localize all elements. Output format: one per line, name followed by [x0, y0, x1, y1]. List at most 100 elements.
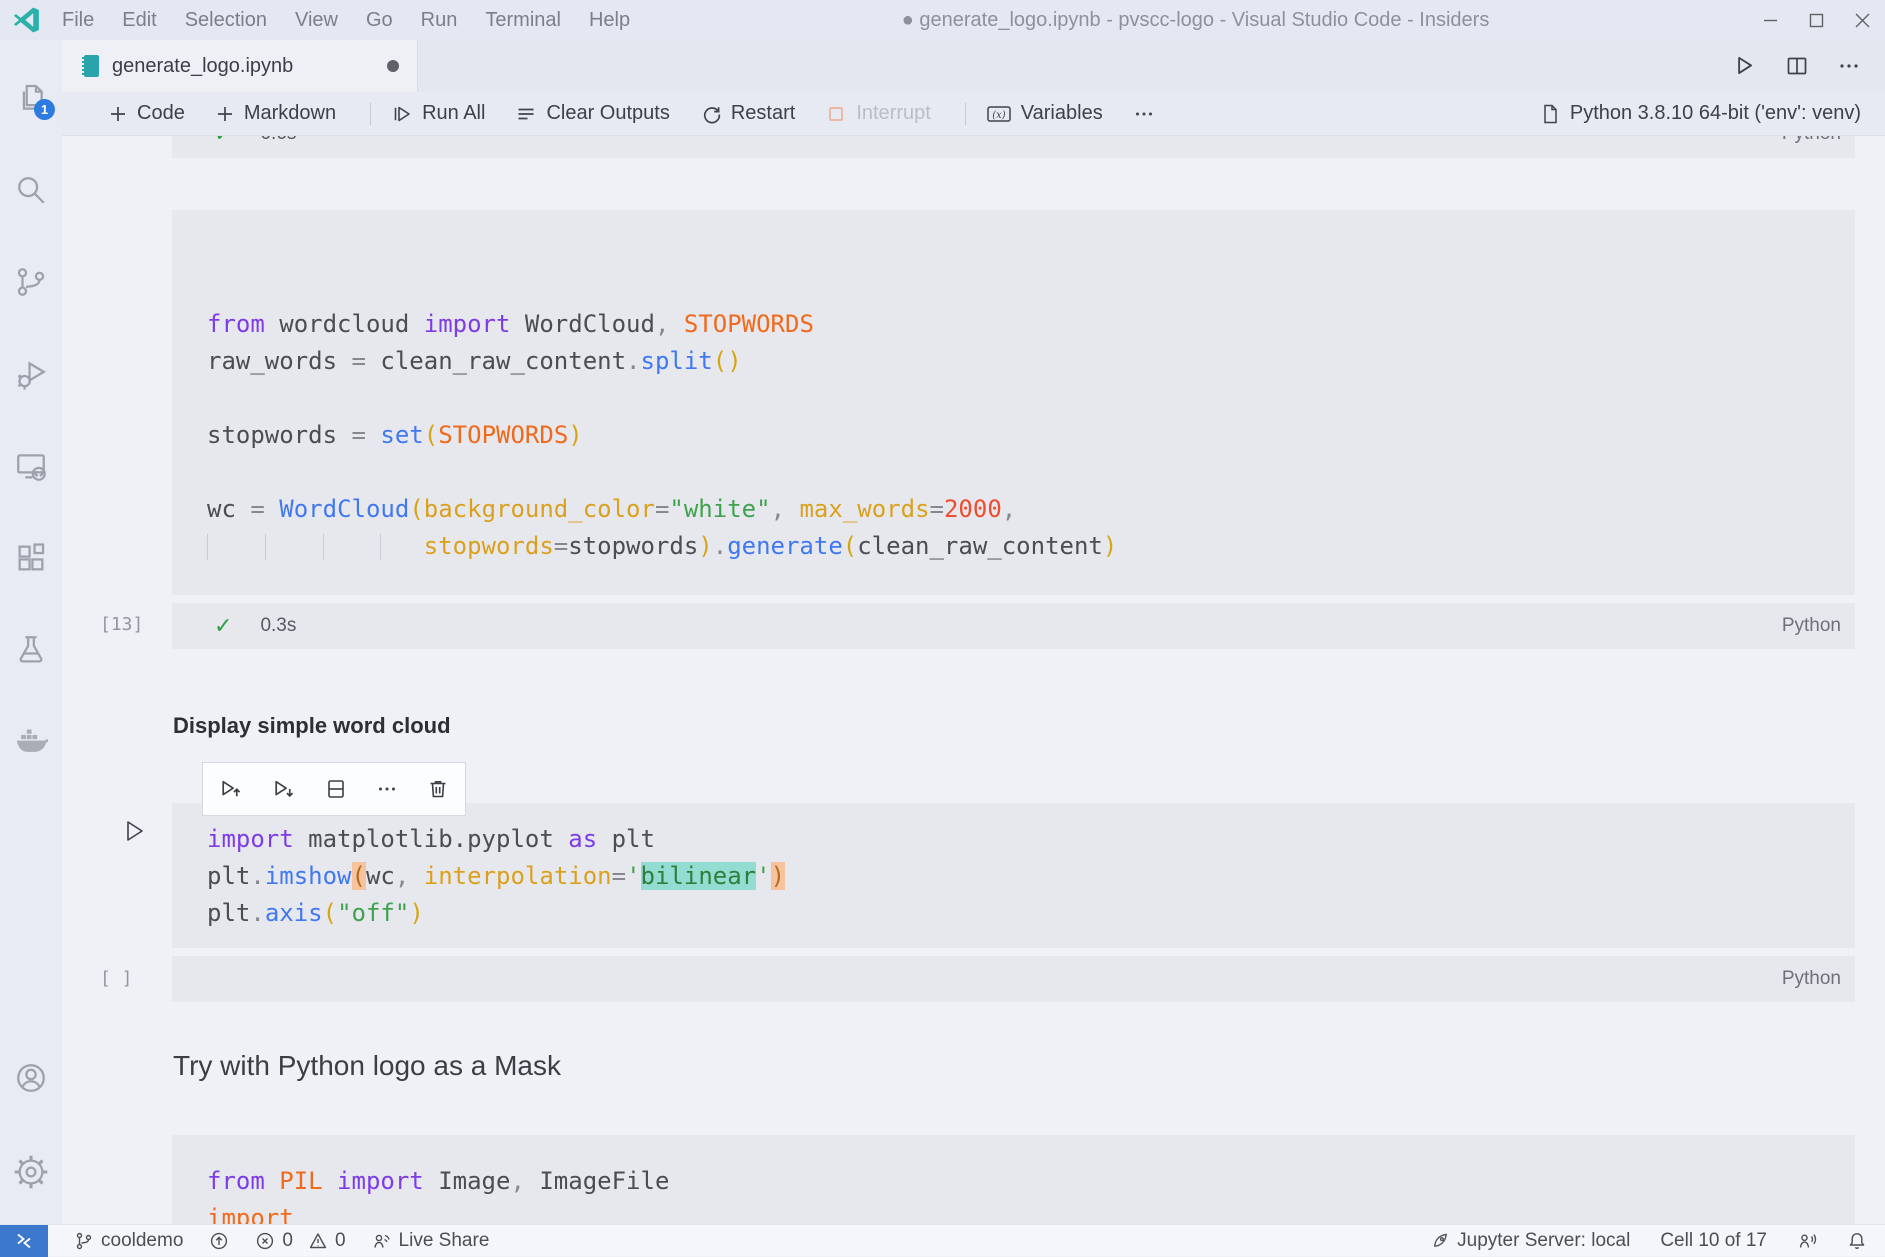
- settings-gear-icon[interactable]: [14, 1155, 48, 1189]
- split-editor-icon[interactable]: [1785, 54, 1809, 78]
- delete-cell-icon[interactable]: [426, 777, 450, 801]
- split-cell-icon[interactable]: [324, 777, 348, 801]
- git-branch-icon: [76, 1232, 92, 1249]
- cell-toolbar: [202, 762, 466, 816]
- tab-bar: generate_logo.ipynb: [62, 40, 1885, 92]
- kernel-picker[interactable]: Python 3.8.10 64-bit ('env': venv): [1540, 102, 1885, 125]
- testing-icon[interactable]: [14, 633, 48, 667]
- more-actions-icon[interactable]: [1837, 54, 1861, 78]
- cell-code[interactable]: from PIL import Image, ImageFile import: [207, 1163, 1855, 1224]
- jupyter-server-indicator[interactable]: Jupyter Server: local: [1431, 1230, 1630, 1252]
- success-check-icon: ✓: [214, 613, 233, 638]
- cell-code[interactable]: from wordcloud import WordCloud, STOPWOR…: [207, 232, 1855, 565]
- svg-text:(x): (x): [992, 110, 1006, 121]
- errors-icon: [257, 1232, 274, 1249]
- menu-view[interactable]: View: [281, 0, 352, 40]
- title-bar: File Edit Selection View Go Run Terminal…: [0, 0, 1885, 40]
- branch-indicator[interactable]: cooldemo: [74, 1230, 183, 1252]
- cell-language[interactable]: Python: [1782, 615, 1841, 637]
- activity-bar: 1: [0, 40, 62, 1224]
- menu-terminal[interactable]: Terminal: [471, 0, 575, 40]
- run-cell-button[interactable]: [118, 816, 148, 846]
- menu-edit[interactable]: Edit: [108, 0, 170, 40]
- maximize-button[interactable]: [1793, 0, 1839, 40]
- code-cell-wordcloud[interactable]: from wordcloud import WordCloud, STOPWOR…: [172, 210, 1855, 595]
- markdown-cell-title[interactable]: Display simple word cloud: [173, 713, 451, 739]
- tab-generate-logo-ipynb[interactable]: generate_logo.ipynb: [62, 40, 418, 92]
- tab-label: generate_logo.ipynb: [112, 54, 294, 77]
- modified-dot-icon[interactable]: [387, 60, 399, 72]
- explorer-badge: 1: [34, 99, 55, 120]
- plus-icon: [217, 106, 232, 121]
- extensions-icon[interactable]: [14, 541, 48, 575]
- problems-indicator[interactable]: 0 0: [255, 1230, 346, 1252]
- code-cell-imshow[interactable]: import matplotlib.pyplot as plt plt.imsho…: [172, 803, 1855, 948]
- docker-icon[interactable]: [14, 725, 48, 759]
- cell-status-bar: ✓ 0.3s Python: [172, 603, 1855, 649]
- menu-go[interactable]: Go: [352, 0, 407, 40]
- publish-changes-button[interactable]: [209, 1231, 229, 1251]
- publish-icon: [211, 1232, 228, 1249]
- success-check-icon: ✓: [214, 136, 232, 147]
- remote-icon: [17, 1233, 31, 1248]
- cell-code[interactable]: import matplotlib.pyplot as plt plt.imsho…: [207, 821, 1855, 932]
- run-debug-icon[interactable]: [14, 357, 48, 391]
- toolbar-separator: [370, 102, 372, 125]
- jupyter-server-icon: [1434, 1233, 1448, 1247]
- warnings-icon: [309, 1232, 327, 1248]
- vscode-insiders-logo-icon: [12, 5, 42, 35]
- clear-outputs-button[interactable]: Clear Outputs: [515, 102, 670, 125]
- accounts-icon[interactable]: [14, 1061, 48, 1095]
- source-control-icon[interactable]: [14, 265, 48, 299]
- cell-language[interactable]: Python: [1782, 968, 1841, 990]
- feedback-button[interactable]: [1797, 1231, 1817, 1251]
- menu-file[interactable]: File: [48, 0, 108, 40]
- prev-cell-duration: 0.6s: [260, 136, 296, 145]
- live-share-icon: [373, 1234, 390, 1248]
- interrupt-button[interactable]: Interrupt: [825, 102, 931, 125]
- search-icon[interactable]: [14, 173, 48, 207]
- menu-help[interactable]: Help: [575, 0, 644, 40]
- plus-icon: [111, 106, 125, 121]
- menu-run[interactable]: Run: [407, 0, 472, 40]
- notebook-file-icon: [82, 55, 99, 77]
- remote-indicator[interactable]: [0, 1224, 48, 1257]
- restart-icon: [703, 106, 720, 123]
- run-above-icon[interactable]: [218, 777, 243, 802]
- menu-bar: File Edit Selection View Go Run Terminal…: [48, 0, 644, 40]
- minimize-button[interactable]: [1747, 0, 1793, 40]
- cell-language[interactable]: Python: [1782, 136, 1841, 145]
- close-button[interactable]: [1839, 0, 1885, 40]
- run-below-icon[interactable]: [271, 777, 296, 802]
- run-all-icon: [394, 106, 410, 121]
- status-bar: cooldemo 0 0 Live Share Jupyter Server: …: [0, 1224, 1885, 1257]
- run-all-button[interactable]: Run All: [391, 102, 485, 125]
- toolbar-more-icon[interactable]: [1133, 103, 1155, 125]
- menu-selection[interactable]: Selection: [171, 0, 281, 40]
- markdown-cell-heading[interactable]: Try with Python logo as a Mask: [173, 1050, 561, 1082]
- add-markdown-cell-button[interactable]: Markdown: [215, 102, 336, 125]
- cell-position-indicator[interactable]: Cell 10 of 17: [1660, 1230, 1767, 1252]
- cell-more-icon[interactable]: [376, 778, 398, 800]
- execution-count: [ ]: [100, 968, 133, 989]
- restart-button[interactable]: Restart: [700, 102, 795, 125]
- notifications-bell-icon[interactable]: [1847, 1231, 1867, 1251]
- cell-status-bar: Python: [172, 956, 1855, 1002]
- execution-count: [13]: [100, 614, 144, 635]
- explorer-icon[interactable]: 1: [14, 81, 55, 120]
- remote-explorer-icon[interactable]: [14, 449, 48, 483]
- notebook-toolbar: Code Markdown Run All Clear Outputs Rest…: [62, 92, 1885, 136]
- cell-duration: 0.3s: [260, 615, 297, 636]
- notebook-editor: ✓ 0.6s Python from wordcloud import Word…: [62, 136, 1885, 1224]
- feedback-icon: [1799, 1233, 1817, 1248]
- toolbar-separator: [964, 102, 966, 125]
- prev-cell-status: ✓ 0.6s Python: [172, 136, 1855, 158]
- code-cell-pil[interactable]: from PIL import Image, ImageFile import: [172, 1135, 1855, 1224]
- add-code-cell-button[interactable]: Code: [108, 102, 185, 125]
- window-title: ● generate_logo.ipynb - pvscc-logo - Vis…: [901, 8, 1490, 31]
- run-notebook-icon[interactable]: [1731, 53, 1757, 79]
- variables-icon: (x): [987, 105, 1011, 122]
- clear-outputs-icon: [518, 108, 534, 119]
- variables-button[interactable]: (x) Variables: [986, 102, 1103, 125]
- live-share-button[interactable]: Live Share: [372, 1230, 489, 1252]
